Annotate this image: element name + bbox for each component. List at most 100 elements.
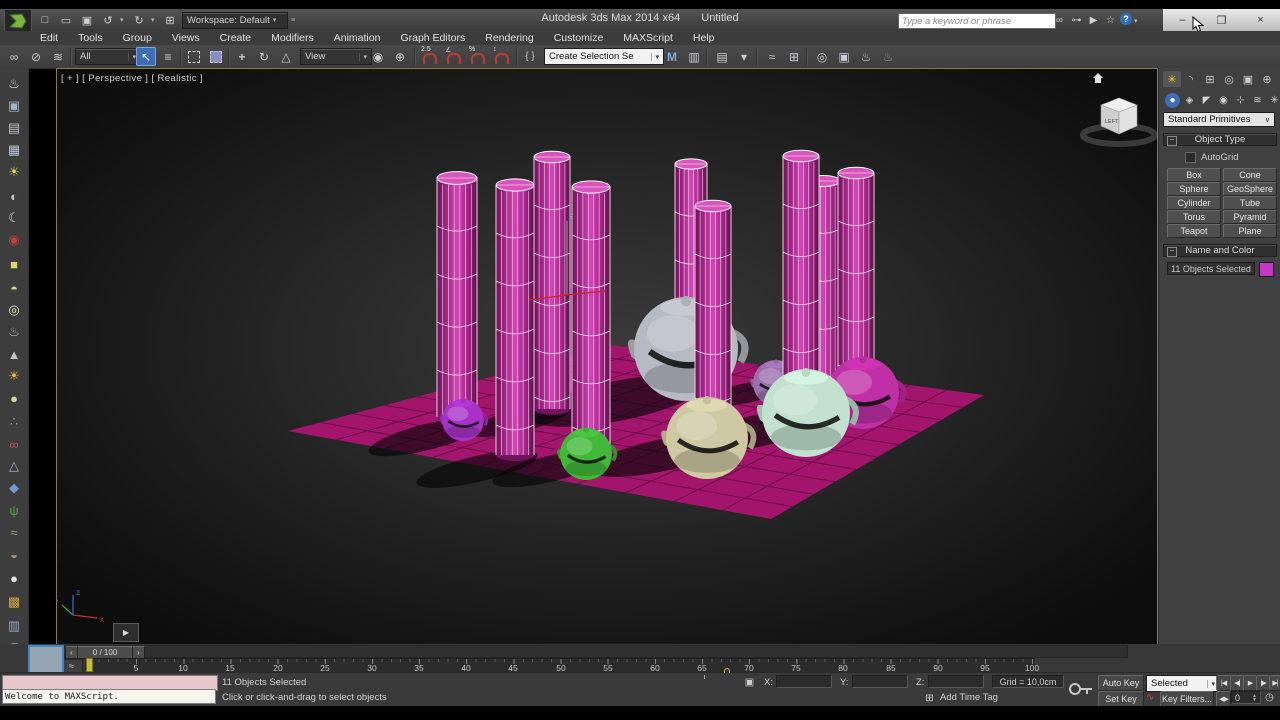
tab-utilities[interactable] — [1258, 71, 1276, 87]
menu-create[interactable]: Create — [210, 32, 262, 44]
help-icon[interactable]: ? — [1120, 13, 1132, 25]
viewcube-home-icon[interactable] — [1093, 73, 1103, 83]
set-keys-button[interactable] — [1068, 679, 1094, 699]
rain-icon[interactable] — [3, 412, 25, 432]
list-icon[interactable] — [3, 118, 25, 138]
y-coordinate-field[interactable] — [852, 675, 908, 688]
maxscript-mini-listener[interactable]: Welcome to MAXScript. — [2, 689, 216, 704]
manage-layers-icon[interactable] — [712, 47, 732, 66]
button-geosphere[interactable]: GeoSphere — [1223, 182, 1277, 196]
rendered-frame-window-icon[interactable] — [834, 47, 854, 66]
category-dropdown[interactable]: Standard Primitives — [1163, 112, 1275, 127]
name-color-rollout-header[interactable]: − Name and Color — [1163, 244, 1277, 257]
previous-frame-button[interactable] — [1230, 675, 1244, 691]
rock-icon[interactable] — [3, 544, 25, 564]
maximize-button[interactable] — [1207, 11, 1237, 29]
time-slider-track[interactable]: 0 / 100 — [40, 645, 1128, 659]
perspective-viewport[interactable]: Z x y z LEFT — [56, 68, 1158, 646]
absolute-mode-icon[interactable] — [742, 675, 757, 690]
tab-hierarchy[interactable] — [1201, 71, 1219, 87]
moon-icon[interactable] — [3, 208, 25, 228]
subscription-key-icon[interactable] — [1069, 13, 1084, 28]
teapot-2-icon[interactable] — [3, 322, 25, 342]
menu-tools[interactable]: Tools — [68, 32, 113, 44]
rectangular-selection-region-icon[interactable] — [184, 47, 204, 66]
bird-icon[interactable] — [3, 522, 25, 542]
select-and-manipulate-icon[interactable] — [390, 47, 410, 66]
category-geometry-icon[interactable] — [1165, 93, 1180, 108]
time-tag-icon[interactable] — [922, 691, 937, 706]
object-type-rollout-header[interactable]: − Object Type — [1163, 133, 1277, 146]
render-production-icon[interactable] — [856, 47, 876, 66]
button-sphere[interactable]: Sphere — [1167, 182, 1221, 196]
current-frame-marker[interactable] — [86, 658, 93, 672]
collapse-icon[interactable]: − — [1167, 136, 1177, 146]
autogrid-checkbox[interactable] — [1185, 152, 1196, 163]
scene-3d[interactable]: Z — [288, 149, 984, 519]
menu-maxscript[interactable]: MAXScript — [613, 32, 683, 44]
menu-views[interactable]: Views — [162, 32, 210, 44]
auto-key-button[interactable]: Auto Key — [1098, 675, 1144, 691]
category-systems-icon[interactable] — [1267, 93, 1280, 108]
camera-red-icon[interactable] — [3, 230, 25, 250]
object-color-swatch[interactable] — [1259, 262, 1274, 277]
frame-spinner[interactable]: ▲ ▼ — [1252, 693, 1257, 702]
play-button[interactable] — [1243, 675, 1257, 691]
track-bar[interactable]: 0 5 10 15 20 25 30 35 40 45 50 55 60 65 … — [85, 658, 1039, 673]
percent-snap-icon[interactable] — [468, 47, 488, 66]
button-teapot[interactable]: Teapot — [1167, 224, 1221, 238]
viewport-label[interactable]: [ + ] [ Perspective ] [ Realistic ] — [61, 73, 203, 84]
sphere-icon[interactable] — [3, 388, 25, 408]
use-pivot-point-center-icon[interactable] — [368, 47, 388, 66]
default-tangent-icon[interactable] — [1146, 692, 1154, 703]
menu-rendering[interactable]: Rendering — [475, 32, 543, 44]
dome-icon[interactable] — [3, 278, 25, 298]
category-lights-icon[interactable] — [1199, 93, 1214, 108]
sun-icon[interactable] — [3, 366, 25, 386]
time-configuration-icon[interactable] — [1262, 690, 1277, 705]
molecule-icon[interactable] — [3, 434, 25, 454]
next-frame-button[interactable] — [1256, 675, 1270, 691]
viewcube[interactable]: LEFT — [1080, 97, 1157, 147]
camera-icon[interactable] — [3, 186, 25, 206]
selected-filter-dropdown[interactable]: Selected — [1146, 675, 1220, 692]
tab-create[interactable] — [1163, 71, 1181, 87]
selection-filter-dropdown[interactable]: All — [75, 48, 141, 65]
button-cylinder[interactable]: Cylinder — [1167, 196, 1221, 210]
ring-icon[interactable] — [3, 300, 25, 320]
menu-graph-editors[interactable]: Graph Editors — [390, 32, 475, 44]
add-time-tag[interactable]: Add Time Tag — [940, 692, 998, 703]
key-mode-toggle[interactable] — [1216, 691, 1231, 707]
spinner-snap-icon[interactable] — [492, 47, 512, 66]
palette-icon[interactable] — [3, 592, 25, 612]
cone-icon[interactable] — [3, 344, 25, 364]
rig-icon[interactable] — [3, 456, 25, 476]
category-cameras-icon[interactable] — [1216, 93, 1231, 108]
table-icon[interactable] — [3, 140, 25, 160]
select-and-scale-icon[interactable] — [276, 47, 296, 66]
select-by-name-icon[interactable] — [158, 47, 178, 66]
curve-editor-icon[interactable] — [762, 47, 782, 66]
layers-icon[interactable] — [3, 616, 25, 636]
button-tube[interactable]: Tube — [1223, 196, 1277, 210]
corner-widget[interactable] — [28, 645, 64, 675]
grass-icon[interactable] — [3, 500, 25, 520]
button-cone[interactable]: Cone — [1223, 168, 1277, 182]
category-shapes-icon[interactable] — [1182, 93, 1197, 108]
menu-group[interactable]: Group — [113, 32, 162, 44]
menu-customize[interactable]: Customize — [544, 32, 614, 44]
search-input[interactable]: Type a keyword or phrase — [898, 13, 1056, 29]
render-setup-icon[interactable] — [812, 47, 832, 66]
search-icon[interactable] — [1052, 13, 1067, 28]
set-key-button[interactable]: Set Key — [1098, 691, 1144, 707]
tab-modify[interactable] — [1182, 71, 1200, 87]
z-coordinate-field[interactable] — [928, 675, 984, 688]
teapot-icon[interactable] — [3, 74, 25, 94]
select-object-icon[interactable] — [136, 47, 156, 66]
select-and-move-icon[interactable] — [232, 47, 252, 66]
key-filters-button[interactable]: Key Filters... — [1160, 691, 1214, 707]
category-helpers-icon[interactable] — [1233, 93, 1248, 108]
named-selection-set-dropdown[interactable]: Create Selection Se — [544, 48, 664, 65]
close-button[interactable] — [1246, 11, 1276, 29]
align-icon[interactable] — [684, 47, 704, 66]
